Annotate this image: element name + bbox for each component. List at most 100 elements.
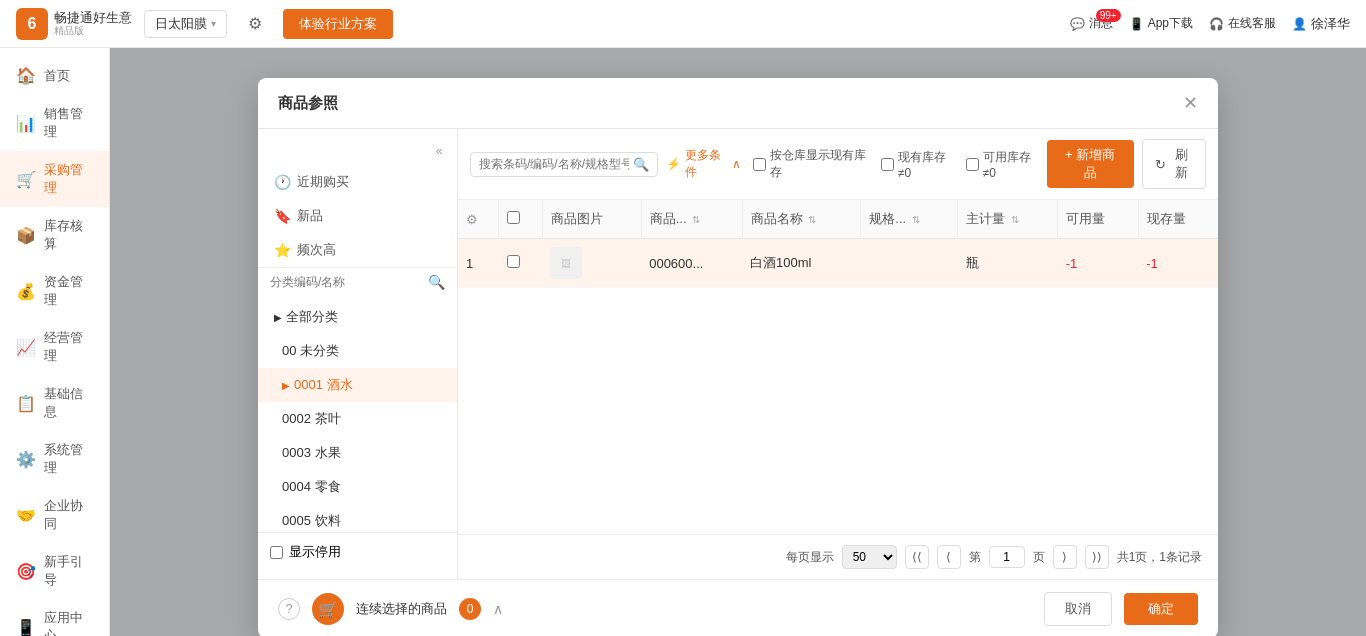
table-row[interactable]: 1 🖼 000600... 白酒100ml <box>458 239 1218 288</box>
product-table-wrapper: ⚙ 商品图片 商品... ⇅ 商品名称 <box>458 200 1218 534</box>
th-name[interactable]: 商品名称 ⇅ <box>742 200 861 239</box>
page-number-input[interactable] <box>989 546 1025 568</box>
th-checkbox[interactable] <box>499 200 542 239</box>
category-search-row: 🔍 <box>258 267 457 296</box>
app-download-button[interactable]: 📱 App下载 <box>1129 15 1193 32</box>
th-code[interactable]: 商品... ⇅ <box>641 200 742 239</box>
messages-button[interactable]: 💬 消息 99+ <box>1070 15 1113 32</box>
th-spec[interactable]: 规格... ⇅ <box>861 200 958 239</box>
th-image: 商品图片 <box>542 200 641 239</box>
modal-close-button[interactable]: ✕ <box>1183 92 1198 114</box>
settings-icon[interactable]: ⚙ <box>239 8 271 40</box>
sidebar-item-system[interactable]: ⚙️ 系统管理 <box>0 431 109 487</box>
collapse-left-button[interactable]: « <box>429 141 449 161</box>
star-icon: ⭐ <box>274 242 291 258</box>
sidebar-item-sales[interactable]: 📊 销售管理 <box>0 95 109 151</box>
td-unit: 瓶 <box>958 239 1058 288</box>
headset-icon: 🎧 <box>1209 17 1224 31</box>
inventory-icon: 📦 <box>16 226 36 245</box>
more-filter-button[interactable]: ⚡ 更多条件 ∧ <box>666 147 741 181</box>
logo-icon: 6 <box>16 8 48 40</box>
row-checkbox[interactable] <box>507 255 520 268</box>
filter-checkboxes: 按仓库显示现有库存 现有库存≠0 可用库存≠0 <box>753 147 1039 181</box>
search-icon[interactable]: 🔍 <box>633 157 649 172</box>
cat-snack[interactable]: 0004 零食 <box>258 470 457 504</box>
modal-overlay: 商品参照 ✕ « 🕐 近期购买 🔖 <box>110 48 1366 636</box>
quick-new-product[interactable]: 🔖 新品 <box>258 199 457 233</box>
td-checkbox[interactable] <box>499 239 542 288</box>
category-search-input[interactable] <box>270 275 428 289</box>
modal-title: 商品参照 <box>278 94 338 113</box>
product-thumbnail: 🖼 <box>550 247 582 279</box>
logo-area: 6 畅捷通好生意 精品版 <box>16 8 132 40</box>
per-page-label: 每页显示 <box>786 549 834 566</box>
online-service-button[interactable]: 🎧 在线客服 <box>1209 15 1276 32</box>
th-settings[interactable]: ⚙ <box>458 200 499 239</box>
check-warehouse-stock[interactable]: 按仓库显示现有库存 <box>753 147 869 181</box>
branch-dropdown[interactable]: 日太阳膜 ▾ <box>144 10 227 38</box>
cat-liquor[interactable]: ▶0001 酒水 <box>258 368 457 402</box>
cancel-button[interactable]: 取消 <box>1044 592 1112 626</box>
td-name: 白酒100ml <box>742 239 861 288</box>
th-name-label: 商品名称 <box>751 211 803 226</box>
cat-all[interactable]: ▶全部分类 <box>258 300 457 334</box>
cart-icon: 🛒 <box>318 600 338 619</box>
sidebar-item-enterprise[interactable]: 🤝 企业协同 <box>0 487 109 543</box>
top-navigation: 6 畅捷通好生意 精品版 日太阳膜 ▾ ⚙ 体验行业方案 💬 消息 99+ 📱 … <box>0 0 1366 48</box>
help-button[interactable]: ? <box>278 598 300 620</box>
check-current-stock[interactable]: 现有库存≠0 <box>881 149 954 180</box>
prev-page-button[interactable]: ⟨ <box>937 545 961 569</box>
th-stock: 现存量 <box>1138 200 1218 239</box>
th-unit[interactable]: 主计量 ⇅ <box>958 200 1058 239</box>
select-all-checkbox[interactable] <box>507 211 520 224</box>
refresh-button[interactable]: ↻ 刷新 <box>1142 139 1206 189</box>
category-list: ▶全部分类 00 未分类 ▶0001 酒水 0002 茶叶 <box>258 296 457 532</box>
next-page-button[interactable]: ⟩ <box>1053 545 1077 569</box>
show-disabled-checkbox[interactable] <box>270 546 283 559</box>
finance-icon: 💰 <box>16 282 36 301</box>
add-product-button[interactable]: + 新增商品 <box>1047 140 1134 188</box>
cat-uncategorized[interactable]: 00 未分类 <box>258 334 457 368</box>
td-code: 000600... <box>641 239 742 288</box>
sort-icon-name: ⇅ <box>808 214 816 225</box>
nav-right: 💬 消息 99+ 📱 App下载 🎧 在线客服 👤 徐泽华 <box>1070 15 1350 33</box>
trial-button[interactable]: 体验行业方案 <box>283 9 393 39</box>
continuous-select-label: 连续选择的商品 <box>356 600 447 618</box>
category-search-icon[interactable]: 🔍 <box>428 274 445 290</box>
sort-icon-code: ⇅ <box>692 214 700 225</box>
last-page-button[interactable]: ⟩⟩ <box>1085 545 1109 569</box>
home-icon: 🏠 <box>16 66 36 85</box>
cat-beverage[interactable]: 0005 饮料 <box>258 504 457 532</box>
sidebar-item-basic[interactable]: 📋 基础信息 <box>0 375 109 431</box>
selected-count-badge: 0 <box>459 598 481 620</box>
refresh-icon: ↻ <box>1155 157 1166 172</box>
sidebar-item-home[interactable]: 🏠 首页 <box>0 56 109 95</box>
clock-icon: 🕐 <box>274 174 291 190</box>
product-search-input[interactable] <box>479 157 629 171</box>
sidebar-item-inventory[interactable]: 📦 库存核算 <box>0 207 109 263</box>
collapse-footer-icon[interactable]: ∧ <box>493 601 503 617</box>
product-table: ⚙ 商品图片 商品... ⇅ 商品名称 <box>458 200 1218 288</box>
per-page-select[interactable]: 50 10 20 100 <box>842 545 897 569</box>
cat-tea[interactable]: 0002 茶叶 <box>258 402 457 436</box>
check-available-stock[interactable]: 可用库存≠0 <box>966 149 1039 180</box>
phone-icon: 📱 <box>1129 17 1144 31</box>
left-panel: « 🕐 近期购买 🔖 新品 ⭐ 频次高 <box>258 129 458 579</box>
cart-button[interactable]: 🛒 <box>312 593 344 625</box>
show-disabled-label: 显示停用 <box>289 543 341 561</box>
first-page-button[interactable]: ⟨⟨ <box>905 545 929 569</box>
sidebar-item-purchase[interactable]: 🛒 采购管理 <box>0 151 109 207</box>
sidebar-item-guide[interactable]: 🎯 新手引导 <box>0 543 109 599</box>
confirm-button[interactable]: 确定 <box>1124 593 1198 625</box>
user-menu[interactable]: 👤 徐泽华 <box>1292 15 1350 33</box>
logo-text: 畅捷通好生意 精品版 <box>54 10 132 38</box>
quick-recent-purchase[interactable]: 🕐 近期购买 <box>258 165 457 199</box>
product-reference-modal: 商品参照 ✕ « 🕐 近期购买 🔖 <box>258 78 1218 636</box>
cat-fruit[interactable]: 0003 水果 <box>258 436 457 470</box>
business-icon: 📈 <box>16 338 36 357</box>
main-layout: 🏠 首页 📊 销售管理 🛒 采购管理 📦 库存核算 💰 资金管理 📈 经营管理 … <box>0 48 1366 636</box>
sidebar-item-apps[interactable]: 📱 应用中心 <box>0 599 109 636</box>
sidebar-item-finance[interactable]: 💰 资金管理 <box>0 263 109 319</box>
sidebar-item-business[interactable]: 📈 经营管理 <box>0 319 109 375</box>
quick-frequent[interactable]: ⭐ 频次高 <box>258 233 457 267</box>
